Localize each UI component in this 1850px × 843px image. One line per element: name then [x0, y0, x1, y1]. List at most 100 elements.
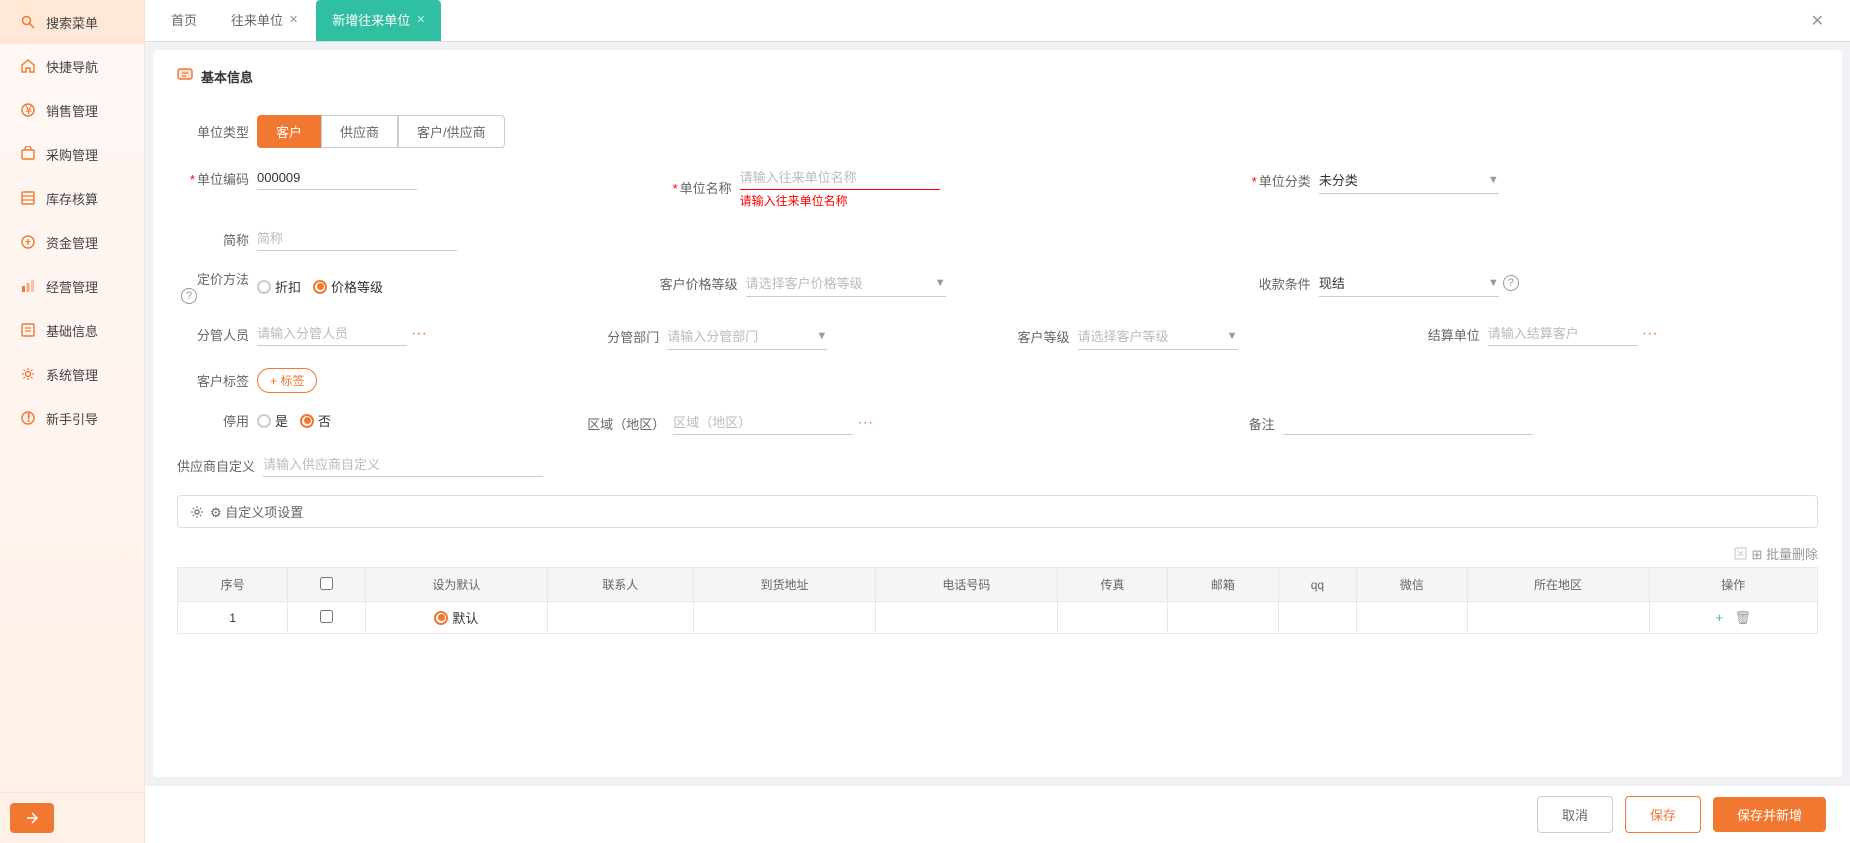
cancel-button[interactable]: 取消	[1537, 796, 1613, 833]
tab-home[interactable]: 首页	[155, 0, 213, 41]
customer-level-group: 客户等级 请选择客户等级 ▼	[998, 322, 1408, 350]
customer-price-level-group: 客户价格等级 请选择客户价格等级 ▼	[660, 269, 1239, 297]
department-label: 分管部门	[587, 327, 667, 346]
short-name-input[interactable]	[257, 227, 457, 251]
sidebar-item-basic-info[interactable]: 基础信息	[0, 308, 144, 352]
btn-supplier[interactable]: 供应商	[321, 115, 398, 148]
finance-icon	[18, 232, 38, 252]
batch-delete-btn[interactable]: ⊞ 批量删除	[1734, 544, 1818, 563]
row-add-btn[interactable]: +	[1716, 610, 1724, 625]
sidebar: 搜索菜单 快捷导航 ¥ 销售管理 采购管理 库存核算 资金管理 经营管理	[0, 0, 145, 843]
unit-code-group: *单位编码	[177, 166, 660, 190]
btn-both[interactable]: 客户/供应商	[398, 115, 505, 148]
unit-category-label: *单位分类	[1239, 171, 1319, 190]
radio-disabled-no[interactable]: 否	[300, 411, 331, 430]
th-phone: 电话号码	[875, 568, 1057, 602]
sales-icon: ¥	[18, 100, 38, 120]
tab-new-partner[interactable]: 新增往来单位 ✕	[316, 0, 441, 41]
customer-price-level-select[interactable]: 请选择客户价格等级 ▼	[746, 269, 946, 297]
custom-settings-label: ⚙ 自定义项设置	[210, 502, 303, 521]
tab-partners[interactable]: 往来单位 ✕	[215, 0, 314, 41]
unit-type-group: 单位类型 客户 供应商 客户/供应商	[177, 115, 1818, 148]
row-operations: + 🗑	[1649, 602, 1817, 634]
manager-ellipsis[interactable]: ···	[411, 325, 427, 343]
remarks-input[interactable]	[1283, 411, 1533, 435]
add-tag-btn[interactable]: + 标签	[257, 368, 317, 393]
manager-label: 分管人员	[177, 325, 257, 344]
row-address	[694, 602, 876, 634]
region-input[interactable]	[673, 411, 853, 435]
sidebar-item-operations[interactable]: 经营管理	[0, 264, 144, 308]
settlement-unit-input[interactable]	[1488, 322, 1638, 346]
th-default: 设为默认	[365, 568, 547, 602]
table-actions: ⊞ 批量删除	[177, 544, 1818, 563]
department-select[interactable]: 请输入分管部门 ▼	[667, 322, 827, 350]
sidebar-item-quick-nav[interactable]: 快捷导航	[0, 44, 144, 88]
customer-price-level-value: 请选择客户价格等级	[746, 273, 931, 292]
unit-name-input[interactable]	[740, 166, 940, 190]
radio-disabled-yes[interactable]: 是	[257, 411, 288, 430]
svg-text:¥: ¥	[24, 102, 33, 117]
save-new-button[interactable]: 保存并新增	[1713, 797, 1826, 832]
supplier-custom-input[interactable]	[263, 453, 543, 477]
customer-level-label: 客户等级	[998, 327, 1078, 346]
row-phone	[875, 602, 1057, 634]
department-group: 分管部门 请输入分管部门 ▼	[587, 322, 997, 350]
batch-delete-label: ⊞ 批量删除	[1751, 544, 1818, 563]
radio-discount[interactable]: 折扣	[257, 277, 301, 296]
settlement-unit-group: 结算单位 ···	[1408, 322, 1818, 346]
footer: 取消 保存 保存并新增	[145, 785, 1850, 843]
th-email: 邮箱	[1168, 568, 1278, 602]
manager-group: 分管人员 ···	[177, 322, 587, 346]
unit-name-label: *单位名称	[660, 178, 740, 197]
sidebar-item-purchase[interactable]: 采购管理	[0, 132, 144, 176]
sidebar-item-finance-label: 资金管理	[46, 233, 98, 252]
tab-new-partner-close[interactable]: ✕	[416, 13, 425, 26]
sidebar-item-guide[interactable]: ! 新手引导	[0, 396, 144, 440]
unit-category-select[interactable]: 未分类 ▼	[1319, 166, 1499, 194]
payment-question-icon[interactable]: ?	[1503, 275, 1519, 291]
sidebar-item-system[interactable]: 系统管理	[0, 352, 144, 396]
radio-price-level[interactable]: 价格等级	[313, 277, 383, 296]
basic-fields-row: *单位编码 *单位名称 请输入往来单位名称 *单位分类 未分类 ▼	[177, 166, 1818, 209]
disabled-label: 停用	[177, 411, 257, 430]
row-default-label: 默认	[452, 608, 478, 627]
row-delete-btn[interactable]: 🗑	[1734, 610, 1751, 625]
unit-code-input[interactable]	[257, 166, 417, 190]
customer-level-select[interactable]: 请选择客户等级 ▼	[1078, 322, 1238, 350]
sidebar-item-inventory[interactable]: 库存核算	[0, 176, 144, 220]
pricing-question-icon[interactable]: ?	[181, 288, 197, 304]
global-close-btn[interactable]: ✕	[1795, 11, 1840, 31]
row-no: 1	[178, 602, 288, 634]
row-select-checkbox[interactable]	[320, 610, 333, 623]
th-contact: 联系人	[547, 568, 693, 602]
sidebar-item-system-label: 系统管理	[46, 365, 98, 384]
radio-disabled-yes-circle	[257, 414, 271, 428]
customer-price-level-chevron: ▼	[935, 277, 946, 289]
row-default-radio[interactable]: 默认	[372, 608, 541, 627]
settlement-unit-ellipsis[interactable]: ···	[1642, 325, 1658, 343]
th-qq: qq	[1278, 568, 1357, 602]
remarks-group: 备注	[1203, 411, 1818, 435]
payment-terms-select[interactable]: 现结 ▼	[1319, 269, 1499, 297]
sidebar-item-finance[interactable]: 资金管理	[0, 220, 144, 264]
disabled-radio-group: 是 否	[257, 411, 331, 430]
save-button[interactable]: 保存	[1625, 796, 1701, 833]
sidebar-item-search[interactable]: 搜索菜单	[0, 0, 144, 44]
select-all-checkbox[interactable]	[320, 577, 333, 590]
sidebar-item-sales[interactable]: ¥ 销售管理	[0, 88, 144, 132]
radio-disabled-no-label: 否	[318, 411, 331, 430]
radio-disabled-yes-label: 是	[275, 411, 288, 430]
custom-settings-btn[interactable]: ⚙ 自定义项设置	[177, 495, 1818, 528]
manager-input[interactable]	[257, 322, 407, 346]
region-ellipsis[interactable]: ···	[857, 414, 873, 432]
settlement-unit-label: 结算单位	[1408, 325, 1488, 344]
section-title: 基本信息	[177, 66, 1818, 95]
radio-discount-circle	[257, 280, 271, 294]
system-icon	[18, 364, 38, 384]
region-group: 区域（地区） ···	[587, 411, 1202, 435]
btn-customer[interactable]: 客户	[257, 115, 321, 148]
tab-partners-close[interactable]: ✕	[289, 13, 298, 26]
sidebar-bottom-btn1[interactable]	[10, 803, 54, 833]
sidebar-item-operations-label: 经营管理	[46, 277, 98, 296]
